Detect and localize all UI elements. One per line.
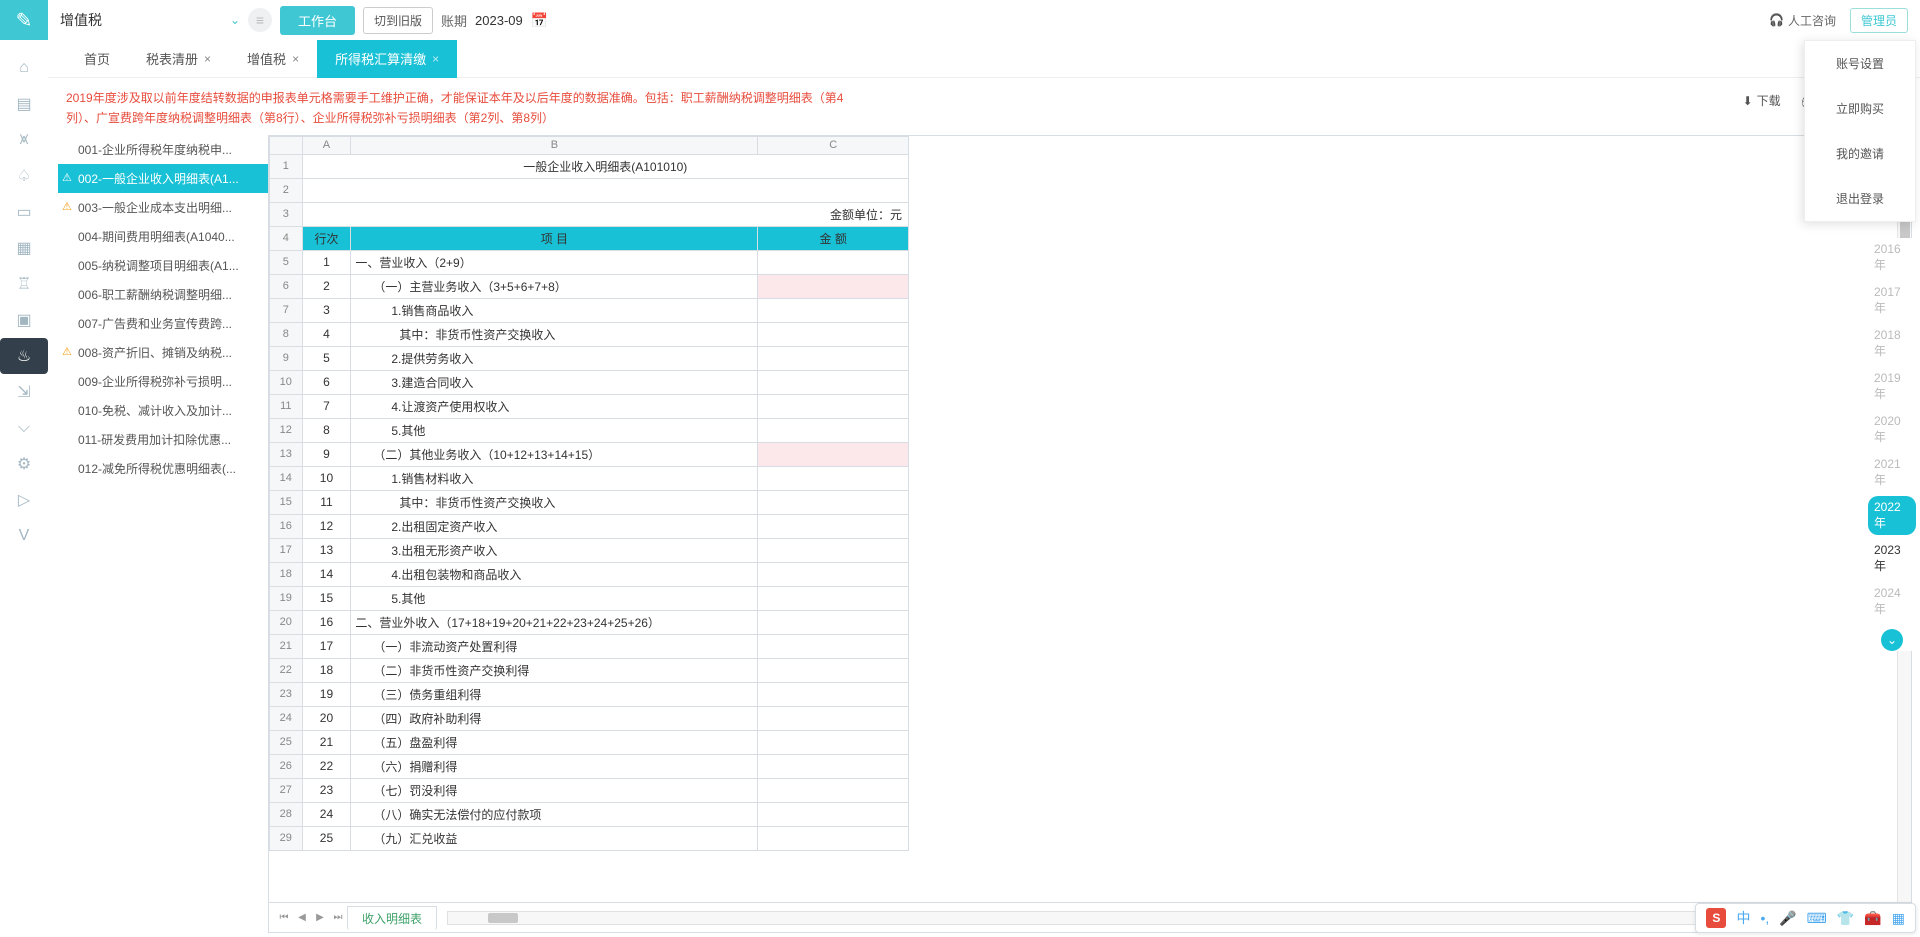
ime-logo-icon: S (1706, 908, 1726, 928)
tab-1[interactable]: 税表清册× (128, 40, 229, 78)
nav-chart-icon[interactable]: ⩙ (0, 122, 48, 158)
tab-bar: 首页税表清册×增值税×所得税汇算清缴× (48, 40, 1920, 78)
ime-toolbar[interactable]: S 中 •, 🎤 ⌨ 👕 🧰 ▦ (1695, 903, 1916, 933)
nav-export-icon[interactable]: ⇲ (0, 374, 48, 410)
year-more-icon[interactable]: ⌄ (1881, 629, 1903, 651)
ime-lang-label[interactable]: 中 (1736, 908, 1750, 928)
top-bar: 增值税 ⌄ ≡ 工作台 切到旧版 账期 2023-09 📅 🎧 人工咨询 管理员 (48, 0, 1920, 40)
nav-grid-icon[interactable]: ▣ (0, 302, 48, 338)
sheet-nav-last-icon[interactable]: ⏭ (329, 912, 347, 923)
nav-home-icon[interactable]: ⌂ (0, 50, 48, 86)
headset-icon: 🎧 (1769, 13, 1784, 27)
form-list-item[interactable]: 004-期间费用明细表(A1040... (58, 222, 268, 251)
nav-inbox-icon[interactable]: ⌵ (0, 410, 48, 446)
sheet-nav-next-icon[interactable]: ▶ (311, 912, 329, 923)
form-list-item[interactable]: 005-纳税调整项目明细表(A1... (58, 251, 268, 280)
tab-3[interactable]: 所得税汇算清缴× (317, 40, 457, 78)
app-logo: ✎ (0, 0, 48, 40)
nav-shirt-icon[interactable]: ♖ (0, 266, 48, 302)
sheet-nav-first-icon[interactable]: ⏮ (275, 912, 293, 923)
admin-button[interactable]: 管理员 (1850, 8, 1908, 33)
form-list-item[interactable]: 007-广告费和业务宣传费跨... (58, 309, 268, 338)
close-icon[interactable]: × (204, 52, 211, 66)
download-link[interactable]: ⬇下载 (1743, 92, 1781, 109)
close-icon[interactable]: × (292, 52, 299, 66)
form-list-item[interactable]: 011-研发费用加计扣除优惠... (58, 425, 268, 454)
tab-2[interactable]: 增值税× (229, 40, 317, 78)
year-pill[interactable]: 2020年 (1868, 410, 1916, 449)
user-menu-item[interactable]: 立即购买 (1805, 86, 1915, 131)
year-pill[interactable]: 2023年 (1868, 539, 1916, 578)
user-menu-item[interactable]: 我的邀请 (1805, 131, 1915, 176)
form-list-item[interactable]: 012-减免所得税优惠明细表(... (58, 454, 268, 483)
ime-toolbox-icon[interactable]: 🧰 (1864, 910, 1881, 927)
ime-grid-icon[interactable]: ▦ (1892, 910, 1905, 927)
year-pill[interactable]: 2019年 (1868, 367, 1916, 406)
form-list-item[interactable]: ⚠002-一般企业收入明细表(A1... (58, 164, 268, 193)
user-menu-item[interactable]: 账号设置 (1805, 41, 1915, 86)
year-pill[interactable]: 2016年 (1868, 238, 1916, 277)
workspace-button[interactable]: 工作台 (280, 6, 355, 35)
ime-punct-icon[interactable]: •, (1760, 910, 1769, 926)
nav-settings-icon[interactable]: ⚙ (0, 446, 48, 482)
nav-tax-icon[interactable]: ♨ (0, 338, 48, 374)
form-list: 001-企业所得税年度纳税申...⚠002-一般企业收入明细表(A1...⚠00… (58, 135, 268, 937)
close-icon[interactable]: × (432, 52, 439, 66)
nav-bag-icon[interactable]: ♤ (0, 158, 48, 194)
form-list-item[interactable]: ⚠008-资产折旧、摊销及纳税... (58, 338, 268, 367)
year-pill[interactable]: 2018年 (1868, 324, 1916, 363)
calendar-icon[interactable]: 📅 (531, 12, 548, 29)
ime-mic-icon[interactable]: 🎤 (1779, 910, 1796, 927)
nav-video-icon[interactable]: ▷ (0, 482, 48, 518)
year-pill[interactable]: 2024年 (1868, 582, 1916, 621)
year-pill[interactable]: 2021年 (1868, 453, 1916, 492)
user-menu-item[interactable]: 退出登录 (1805, 176, 1915, 221)
form-list-item[interactable]: ⚠003-一般企业成本支出明细... (58, 193, 268, 222)
org-dropdown[interactable]: 增值税 ⌄ (60, 10, 240, 30)
warning-icon: ⚠ (62, 171, 72, 184)
consult-link[interactable]: 🎧 人工咨询 (1769, 12, 1836, 29)
sheet-tab[interactable]: 收入明细表 (347, 906, 437, 930)
chevron-down-icon: ⌄ (230, 13, 240, 27)
year-rail: 2016年 2017年 2018年 2019年 2020年 2021年 2022年 2023年… (1868, 238, 1916, 651)
user-menu: 账号设置立即购买我的邀请退出登录 (1804, 40, 1916, 222)
switch-old-button[interactable]: 切到旧版 (363, 7, 433, 34)
spreadsheet-grid[interactable]: ABC1一般企业收入明细表(A101010)23金额单位：元4行次项 目金 额5… (269, 136, 1911, 902)
warning-icon: ⚠ (62, 345, 72, 358)
ime-keyboard-icon[interactable]: ⌨ (1807, 910, 1827, 927)
nav-calc-icon[interactable]: ▦ (0, 230, 48, 266)
nav-v-icon[interactable]: V (0, 518, 48, 554)
sheet-nav-prev-icon[interactable]: ◀ (293, 912, 311, 923)
year-pill[interactable]: 2017年 (1868, 281, 1916, 320)
list-icon[interactable]: ≡ (248, 8, 272, 32)
form-list-item[interactable]: 001-企业所得税年度纳税申... (58, 135, 268, 164)
nav-doc-icon[interactable]: ▤ (0, 86, 48, 122)
spreadsheet-area: ABC1一般企业收入明细表(A101010)23金额单位：元4行次项 目金 额5… (268, 135, 1912, 933)
tab-0[interactable]: 首页 (66, 40, 128, 78)
org-dropdown-label: 增值税 (60, 10, 102, 30)
warning-icon: ⚠ (62, 200, 72, 213)
ime-skin-icon[interactable]: 👕 (1837, 910, 1854, 927)
horizontal-scrollbar[interactable] (447, 911, 1905, 925)
period-value[interactable]: 2023-09 (475, 13, 523, 28)
sheet-tab-bar: ⏮ ◀ ▶ ⏭ 收入明细表 (269, 902, 1911, 932)
nav-clipboard-icon[interactable]: ▭ (0, 194, 48, 230)
download-icon: ⬇ (1743, 94, 1753, 108)
year-pill[interactable]: 2022年 (1868, 496, 1916, 535)
nav-sidebar: ✎ ⌂ ▤ ⩙ ♤ ▭ ▦ ♖ ▣ ♨ ⇲ ⌵ ⚙ ▷ V (0, 0, 48, 937)
period-label: 账期 (441, 11, 467, 30)
warning-notice: 2019年度涉及取以前年度结转数据的申报表单元格需要手工维护正确，才能保证本年及… (66, 88, 846, 129)
form-list-item[interactable]: 009-企业所得税弥补亏损明... (58, 367, 268, 396)
form-list-item[interactable]: 006-职工薪酬纳税调整明细... (58, 280, 268, 309)
form-list-item[interactable]: 010-免税、减计收入及加计... (58, 396, 268, 425)
